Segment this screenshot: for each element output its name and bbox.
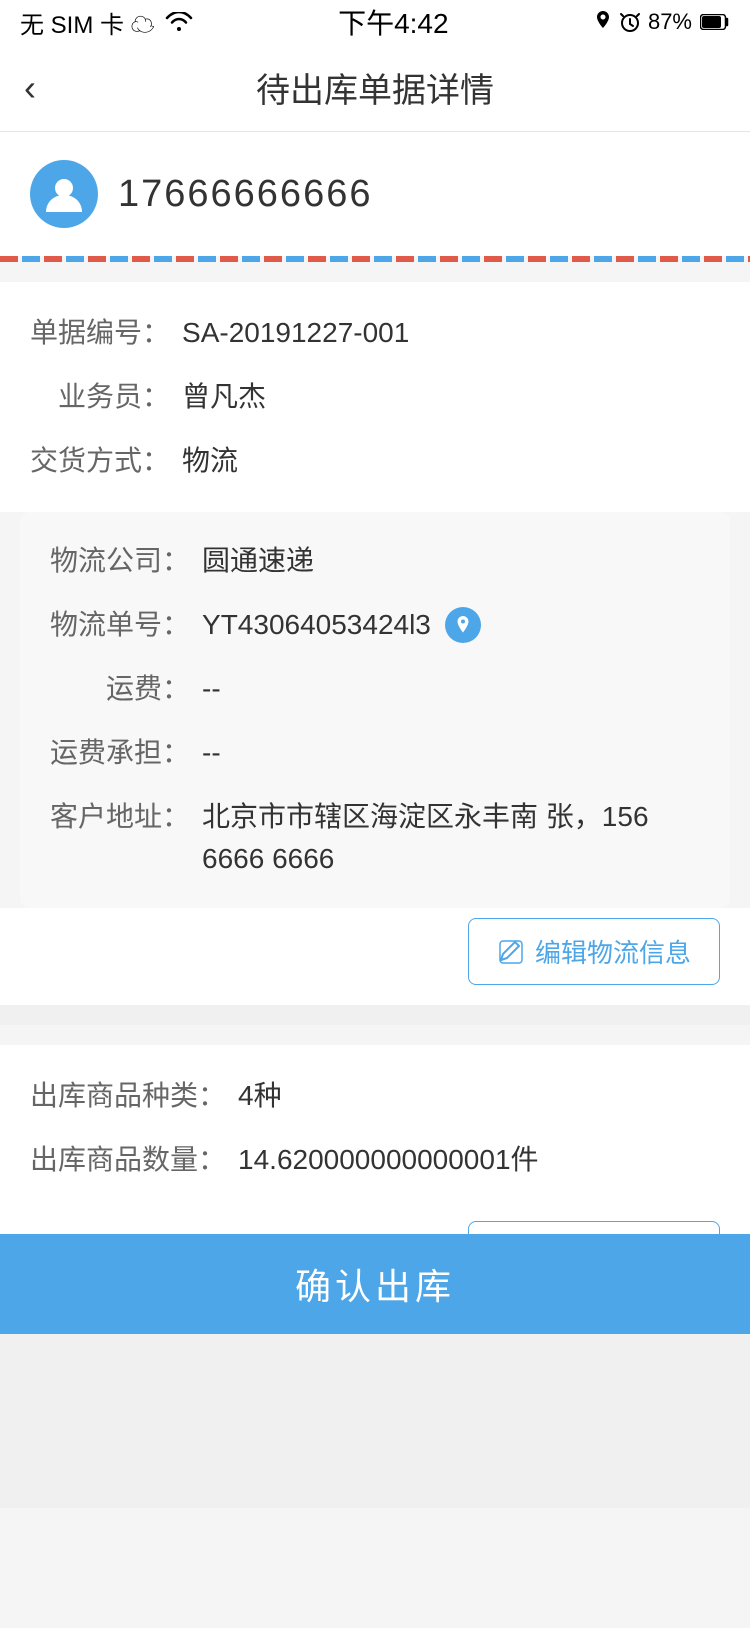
freight-bearer-value: --	[202, 732, 700, 774]
address-row: 客户地址： 北京市市辖区海淀区永丰南 张，156 6666 6666	[50, 796, 700, 880]
freight-label: 运费：	[50, 668, 190, 710]
battery-label: 87%	[648, 9, 692, 35]
status-left: 无 SIM 卡 ☁	[20, 5, 193, 40]
salesman-label: 业务员：	[30, 376, 170, 418]
tracking-value: YT43064053424l3	[202, 604, 431, 646]
wifi-icon	[165, 12, 193, 32]
company-value: 圆通速递	[202, 540, 700, 582]
quantity-label: 出库商品数量：	[30, 1139, 226, 1181]
content-spacer	[0, 1308, 750, 1508]
quantity-value: 14.620000000000001件	[238, 1139, 720, 1181]
company-row: 物流公司： 圆通速递	[50, 540, 700, 582]
type-row: 出库商品种类： 4种	[30, 1075, 720, 1117]
salesman-row: 业务员： 曾凡杰	[30, 376, 720, 418]
map-pin-icon	[453, 615, 473, 635]
type-label: 出库商品种类：	[30, 1075, 226, 1117]
main-content: 17666666666 单据编号： SA-20191227-001 业务员： 曾…	[0, 132, 750, 1628]
confirm-btn-bar[interactable]: 确认出库	[0, 1234, 750, 1334]
address-value: 北京市市辖区海淀区永丰南 张，156 6666 6666	[202, 796, 700, 880]
status-bar: 无 SIM 卡 ☁ 下午4:42 87%	[0, 0, 750, 44]
edit-icon	[497, 938, 525, 966]
logistics-section: 物流公司： 圆通速递 物流单号： YT43064053424l3 运费： -- …	[20, 512, 730, 908]
page-title: 待出库单据详情	[256, 63, 494, 112]
freight-row: 运费： --	[50, 668, 700, 710]
order-no-label: 单据编号：	[30, 312, 170, 354]
company-label: 物流公司：	[50, 540, 190, 582]
order-info-section: 单据编号： SA-20191227-001 业务员： 曾凡杰 交货方式： 物流	[0, 282, 750, 512]
tracking-row: 物流单号： YT43064053424l3	[50, 604, 700, 646]
salesman-value: 曾凡杰	[182, 376, 720, 418]
order-no-row: 单据编号： SA-20191227-001	[30, 312, 720, 354]
edit-logistics-button[interactable]: 编辑物流信息	[468, 918, 720, 985]
battery-icon	[700, 14, 730, 30]
tracking-location-button[interactable]	[445, 607, 481, 643]
confirm-btn-label: 确认出库	[295, 1258, 455, 1310]
edit-logistics-label: 编辑物流信息	[535, 933, 691, 970]
location-status-icon	[594, 11, 612, 33]
gray-band-1	[0, 1005, 750, 1025]
outbound-section: 出库商品种类： 4种 出库商品数量： 14.620000000000001件	[0, 1045, 750, 1211]
freight-bearer-row: 运费承担： --	[50, 732, 700, 774]
back-button[interactable]: ‹	[24, 67, 36, 109]
delivery-label: 交货方式：	[30, 440, 170, 482]
delivery-value: 物流	[182, 440, 720, 482]
no-sim-label: 无 SIM 卡 ☁	[20, 5, 155, 40]
user-header: 17666666666	[0, 132, 750, 256]
status-right: 87%	[594, 9, 730, 35]
avatar	[30, 160, 98, 228]
edit-btn-row: 编辑物流信息	[0, 908, 750, 1005]
type-value: 4种	[238, 1075, 720, 1117]
tracking-label: 物流单号：	[50, 604, 190, 646]
tracking-value-row: YT43064053424l3	[202, 604, 700, 646]
nav-bar: ‹ 待出库单据详情	[0, 44, 750, 132]
freight-value: --	[202, 668, 700, 710]
user-icon	[42, 172, 86, 216]
user-phone: 17666666666	[118, 173, 372, 216]
order-no-value: SA-20191227-001	[182, 312, 720, 354]
dashed-divider	[0, 256, 750, 262]
delivery-row: 交货方式： 物流	[30, 440, 720, 482]
freight-bearer-label: 运费承担：	[50, 732, 190, 774]
quantity-row: 出库商品数量： 14.620000000000001件	[30, 1139, 720, 1181]
alarm-icon	[620, 11, 640, 33]
status-time: 下午4:42	[338, 2, 449, 42]
address-label: 客户地址：	[50, 796, 190, 838]
